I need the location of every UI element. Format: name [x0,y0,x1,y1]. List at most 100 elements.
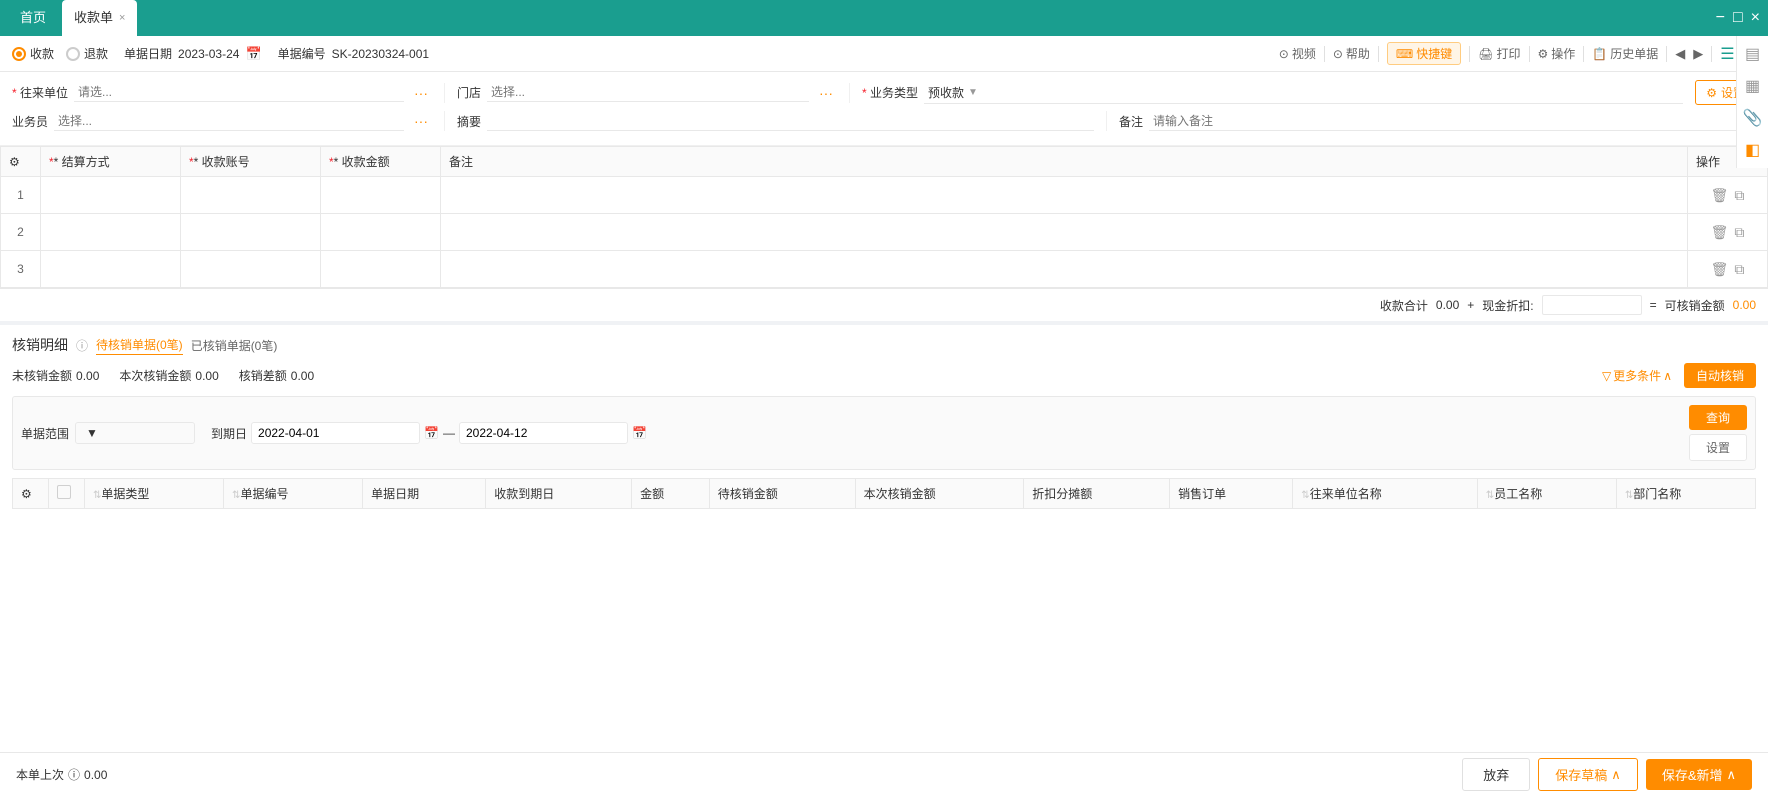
amount-input-1[interactable] [321,177,440,213]
store-input[interactable] [487,83,809,102]
store-more-icon[interactable]: ··· [815,85,837,101]
ops-action[interactable]: ⚙ 操作 [1538,45,1576,62]
staff-more-icon[interactable]: ··· [410,113,432,129]
tab-close-icon[interactable]: × [119,0,125,36]
remark-cell-3[interactable] [441,251,1688,288]
tab-home[interactable]: 首页 [8,0,58,36]
radio-refund[interactable]: 退款 [66,45,108,62]
range-select[interactable]: ▼ [75,422,195,444]
copy-row-icon-2[interactable]: ⧉ [1734,224,1744,241]
col-setting-header[interactable]: ⚙ [1,147,41,177]
sidebar-icon-4[interactable]: ◧ [1745,140,1760,160]
delete-row-icon-1[interactable]: 🗑 [1711,187,1729,204]
lower-col-order: 销售订单 [1170,479,1293,509]
counterparty-input[interactable] [74,83,404,102]
remark-input[interactable] [1149,112,1756,131]
lower-col-amount: 金额 [632,479,710,509]
settlement-cell-2[interactable] [41,214,181,251]
shortcut-btn[interactable]: ⌨ 快捷键 [1387,42,1461,65]
lower-col-dept: ⇅部门名称 [1616,479,1755,509]
save-draft-btn[interactable]: 保存草稿 ∧ [1538,758,1638,791]
account-input-3[interactable] [181,251,320,287]
help-action[interactable]: ⊙ 帮助 [1333,45,1370,62]
radio-receipt[interactable]: 收款 [12,45,54,62]
remark-input-2[interactable] [441,214,1687,250]
store-label: 门店 [457,84,481,101]
remark-cell-2[interactable] [441,214,1688,251]
cal-from-icon[interactable]: 📅 [424,426,439,440]
tab-active-label: 收款单 [74,0,113,36]
settlement-input-3[interactable] [41,251,180,287]
number-label: 单据编号 [278,45,326,62]
amount-cell-2[interactable] [321,214,441,251]
amount-input-3[interactable] [321,251,440,287]
select-all-checkbox[interactable] [57,485,71,499]
remark-input-3[interactable] [441,251,1687,287]
account-cell-1[interactable] [181,177,321,214]
save-new-btn[interactable]: 保存&新增 ∧ [1646,759,1752,790]
verify-info-icon[interactable]: ⓘ [76,337,88,354]
staff-input[interactable] [54,112,404,131]
lower-col-setting[interactable]: ⚙ [13,479,49,509]
delete-row-icon-3[interactable]: 🗑 [1711,261,1729,278]
toolbar-right: ⊙ 视频 ⊙ 帮助 ⌨ 快捷键 🖨 打印 ⚙ 操作 [1279,42,1756,65]
pending-tab[interactable]: 待核销单据(0笔) [96,336,183,355]
amount-cell-3[interactable] [321,251,441,288]
amount-input-2[interactable] [321,214,440,250]
auto-verify-btn[interactable]: 自动核销 [1684,363,1756,388]
col-amount-header: ** 收款金额 [321,147,441,177]
abandon-btn[interactable]: 放弃 [1462,758,1530,791]
chevron-up-icon: ∧ [1663,369,1672,383]
discount-input[interactable] [1542,295,1642,315]
calendar-icon[interactable]: 📅 [245,46,261,62]
print-label: 打印 [1496,45,1520,62]
date-value[interactable]: 2023-03-24 [178,47,239,61]
diff-stat: 核销差额 0.00 [239,367,314,384]
account-input-2[interactable] [181,214,320,250]
close-btn[interactable]: × [1751,9,1760,27]
lower-col-staff: ⇅员工名称 [1477,479,1616,509]
amount-cell-1[interactable] [321,177,441,214]
tab-active[interactable]: 收款单 × [62,0,137,36]
settlement-input-1[interactable] [41,177,180,213]
counterparty-more-icon[interactable]: ··· [410,85,432,101]
sidebar-icon-2[interactable]: ▦ [1745,76,1760,96]
ops-label: 操作 [1551,45,1575,62]
remark-cell-1[interactable] [441,177,1688,214]
settlement-cell-3[interactable] [41,251,181,288]
done-tab[interactable]: 已核销单据(0笔) [191,337,278,354]
account-cell-3[interactable] [181,251,321,288]
more-conditions-link[interactable]: ▽ 更多条件 ∧ [1602,367,1672,384]
summary-label: 摘要 [457,113,481,130]
date-from-input[interactable] [251,422,420,444]
list-view-icon[interactable]: ☰ [1720,44,1734,64]
nav-next-icon[interactable]: ▶ [1693,46,1703,62]
sidebar-icon-3[interactable]: 📎 [1743,108,1763,128]
number-value[interactable]: SK-20230324-001 [332,47,429,61]
settlement-cell-1[interactable] [41,177,181,214]
account-cell-2[interactable] [181,214,321,251]
sidebar-icon-1[interactable]: ▤ [1745,44,1760,64]
maximize-btn[interactable]: □ [1733,9,1743,27]
query-btn[interactable]: 查询 [1689,405,1747,430]
minimize-btn[interactable]: − [1716,9,1725,27]
date-label: 单据日期 [124,45,172,62]
remark-input-1[interactable] [441,177,1687,213]
delete-row-icon-2[interactable]: 🗑 [1711,224,1729,241]
lower-col-cb[interactable] [49,479,85,509]
video-label: 视频 [1292,45,1316,62]
copy-row-icon-3[interactable]: ⧉ [1734,261,1744,278]
verify-settings-btn[interactable]: 设置 [1689,434,1747,461]
summary-input[interactable] [487,112,1094,131]
video-action[interactable]: ⊙ 视频 [1279,45,1316,62]
print-action[interactable]: 🖨 打印 [1478,45,1520,62]
settlement-input-2[interactable] [41,214,180,250]
nav-prev-icon[interactable]: ◀ [1675,46,1685,62]
account-input-1[interactable] [181,177,320,213]
order-info-icon[interactable]: ⓘ [68,766,80,783]
history-action[interactable]: 📋 历史单据 [1592,45,1658,62]
cal-to-icon[interactable]: 📅 [632,426,647,440]
copy-row-icon-1[interactable]: ⧉ [1734,187,1744,204]
biz-type-select[interactable]: 预收款 ▼ [924,82,1683,104]
date-to-input[interactable] [459,422,628,444]
